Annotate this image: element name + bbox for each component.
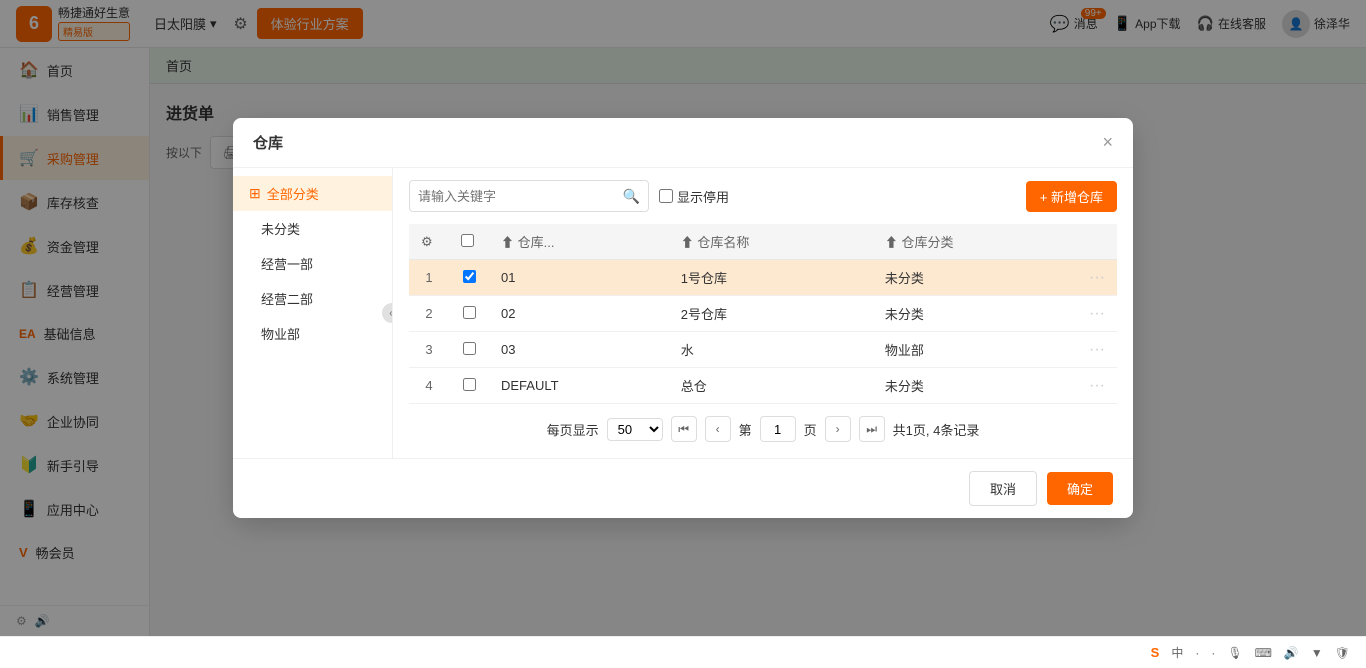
row-more[interactable]: ··· xyxy=(1077,296,1117,332)
row-name: 1号仓库 xyxy=(669,260,873,296)
row-category: 未分类 xyxy=(873,368,1077,404)
search-input-wrap: 🔍 xyxy=(409,180,649,212)
row-num: 4 xyxy=(409,368,449,404)
first-page-btn[interactable]: ⏮ xyxy=(671,416,697,442)
per-page-select[interactable]: 50 100 xyxy=(607,418,663,441)
warehouse-table: ⚙ ⬆ 仓库... ⬆ 仓库名称 xyxy=(409,224,1117,404)
statusbar-cn[interactable]: 中 xyxy=(1171,644,1183,661)
cat-item-ops2[interactable]: 经营二部 xyxy=(233,281,392,316)
select-all-checkbox[interactable] xyxy=(461,234,474,247)
th-code: ⬆ 仓库... xyxy=(489,224,669,260)
table-row[interactable]: 2 02 2号仓库 未分类 ··· xyxy=(409,296,1117,332)
row-name: 水 xyxy=(669,332,873,368)
dialog-footer: 取消 确定 xyxy=(233,458,1133,518)
prev-page-btn[interactable]: ‹ xyxy=(705,416,731,442)
row-checkbox-cell xyxy=(449,332,489,368)
statusbar: S 中 · · 🎙 ⌨ 🔊 ▼ 🛡 xyxy=(0,636,1366,668)
statusbar-icon: S xyxy=(1151,645,1160,660)
last-page-btn[interactable]: ⏭ xyxy=(859,416,885,442)
th-name: ⬆ 仓库名称 xyxy=(669,224,873,260)
search-input[interactable] xyxy=(418,189,623,204)
statusbar-sound[interactable]: 🔊 xyxy=(1284,646,1299,660)
row-checkbox[interactable] xyxy=(463,306,476,319)
row-checkbox-cell xyxy=(449,296,489,332)
cancel-button[interactable]: 取消 xyxy=(969,471,1037,506)
pagination: 每页显示 50 100 ⏮ ‹ 第 页 › ⏭ 共1页, 4条记录 xyxy=(409,404,1117,446)
row-more[interactable]: ··· xyxy=(1077,260,1117,296)
table-row[interactable]: 3 03 水 物业部 ··· xyxy=(409,332,1117,368)
row-checkbox-cell xyxy=(449,368,489,404)
row-checkbox[interactable] xyxy=(463,270,476,283)
show-disabled-label[interactable]: 显示停用 xyxy=(659,187,729,206)
add-warehouse-btn[interactable]: + 新增仓库 xyxy=(1026,181,1117,212)
warehouse-dialog: 仓库 × ⊞ 全部分类 « 未分类 经营一部 经营二部 物业部 xyxy=(233,118,1133,518)
category-panel: ⊞ 全部分类 « 未分类 经营一部 经营二部 物业部 xyxy=(233,168,393,458)
row-num: 3 xyxy=(409,332,449,368)
row-checkbox-cell xyxy=(449,260,489,296)
th-actions xyxy=(1077,224,1117,260)
row-more[interactable]: ··· xyxy=(1077,332,1117,368)
search-bar: 🔍 显示停用 + 新增仓库 xyxy=(409,180,1117,212)
search-icon: 🔍 xyxy=(623,188,640,205)
next-page-btn[interactable]: › xyxy=(825,416,851,442)
th-checkbox xyxy=(449,224,489,260)
statusbar-arrow[interactable]: ▼ xyxy=(1311,646,1323,660)
cat-item-ops1[interactable]: 经营一部 xyxy=(233,246,392,281)
page-label: 页 xyxy=(804,420,817,439)
total-info: 共1页, 4条记录 xyxy=(893,420,980,439)
row-category: 物业部 xyxy=(873,332,1077,368)
page-label-pre: 第 xyxy=(739,420,752,439)
statusbar-shield[interactable]: 🛡 xyxy=(1335,646,1350,660)
row-name: 总仓 xyxy=(669,368,873,404)
row-code: 02 xyxy=(489,296,669,332)
row-num: 1 xyxy=(409,260,449,296)
cat-item-unclassified[interactable]: 未分类 xyxy=(233,211,392,246)
row-code: DEFAULT xyxy=(489,368,669,404)
grid-icon: ⊞ xyxy=(249,185,261,202)
statusbar-mic[interactable]: 🎙 xyxy=(1227,646,1242,660)
row-num: 2 xyxy=(409,296,449,332)
cat-item-property[interactable]: 物业部 xyxy=(233,316,392,351)
th-settings: ⚙ xyxy=(409,224,449,260)
dialog-header: 仓库 × xyxy=(233,118,1133,168)
category-all[interactable]: ⊞ 全部分类 xyxy=(233,176,392,211)
row-code: 03 xyxy=(489,332,669,368)
row-checkbox[interactable] xyxy=(463,342,476,355)
dialog-title: 仓库 xyxy=(253,132,283,153)
statusbar-keyboard[interactable]: ⌨ xyxy=(1255,646,1272,660)
row-code: 01 xyxy=(489,260,669,296)
th-settings-icon[interactable]: ⚙ xyxy=(421,234,433,249)
cat-all-label: 全部分类 xyxy=(267,184,319,203)
warehouse-table-wrap: ⚙ ⬆ 仓库... ⬆ 仓库名称 xyxy=(409,224,1117,404)
table-row[interactable]: 1 01 1号仓库 未分类 ··· xyxy=(409,260,1117,296)
page-input[interactable] xyxy=(760,416,796,442)
row-category: 未分类 xyxy=(873,260,1077,296)
statusbar-dot2: · xyxy=(1211,646,1215,660)
th-category: ⬆ 仓库分类 xyxy=(873,224,1077,260)
row-checkbox[interactable] xyxy=(463,378,476,391)
confirm-button[interactable]: 确定 xyxy=(1047,472,1113,505)
row-more[interactable]: ··· xyxy=(1077,368,1117,404)
dialog-overlay: 仓库 × ⊞ 全部分类 « 未分类 经营一部 经营二部 物业部 xyxy=(0,0,1366,636)
show-disabled-checkbox[interactable] xyxy=(659,189,673,203)
dialog-close-btn[interactable]: × xyxy=(1102,132,1113,153)
per-page-label: 每页显示 xyxy=(547,420,599,439)
row-name: 2号仓库 xyxy=(669,296,873,332)
table-row[interactable]: 4 DEFAULT 总仓 未分类 ··· xyxy=(409,368,1117,404)
warehouse-list-panel: 🔍 显示停用 + 新增仓库 ⚙ xyxy=(393,168,1133,458)
row-category: 未分类 xyxy=(873,296,1077,332)
statusbar-dot1: · xyxy=(1195,646,1199,660)
dialog-body: ⊞ 全部分类 « 未分类 经营一部 经营二部 物业部 🔍 xyxy=(233,168,1133,458)
